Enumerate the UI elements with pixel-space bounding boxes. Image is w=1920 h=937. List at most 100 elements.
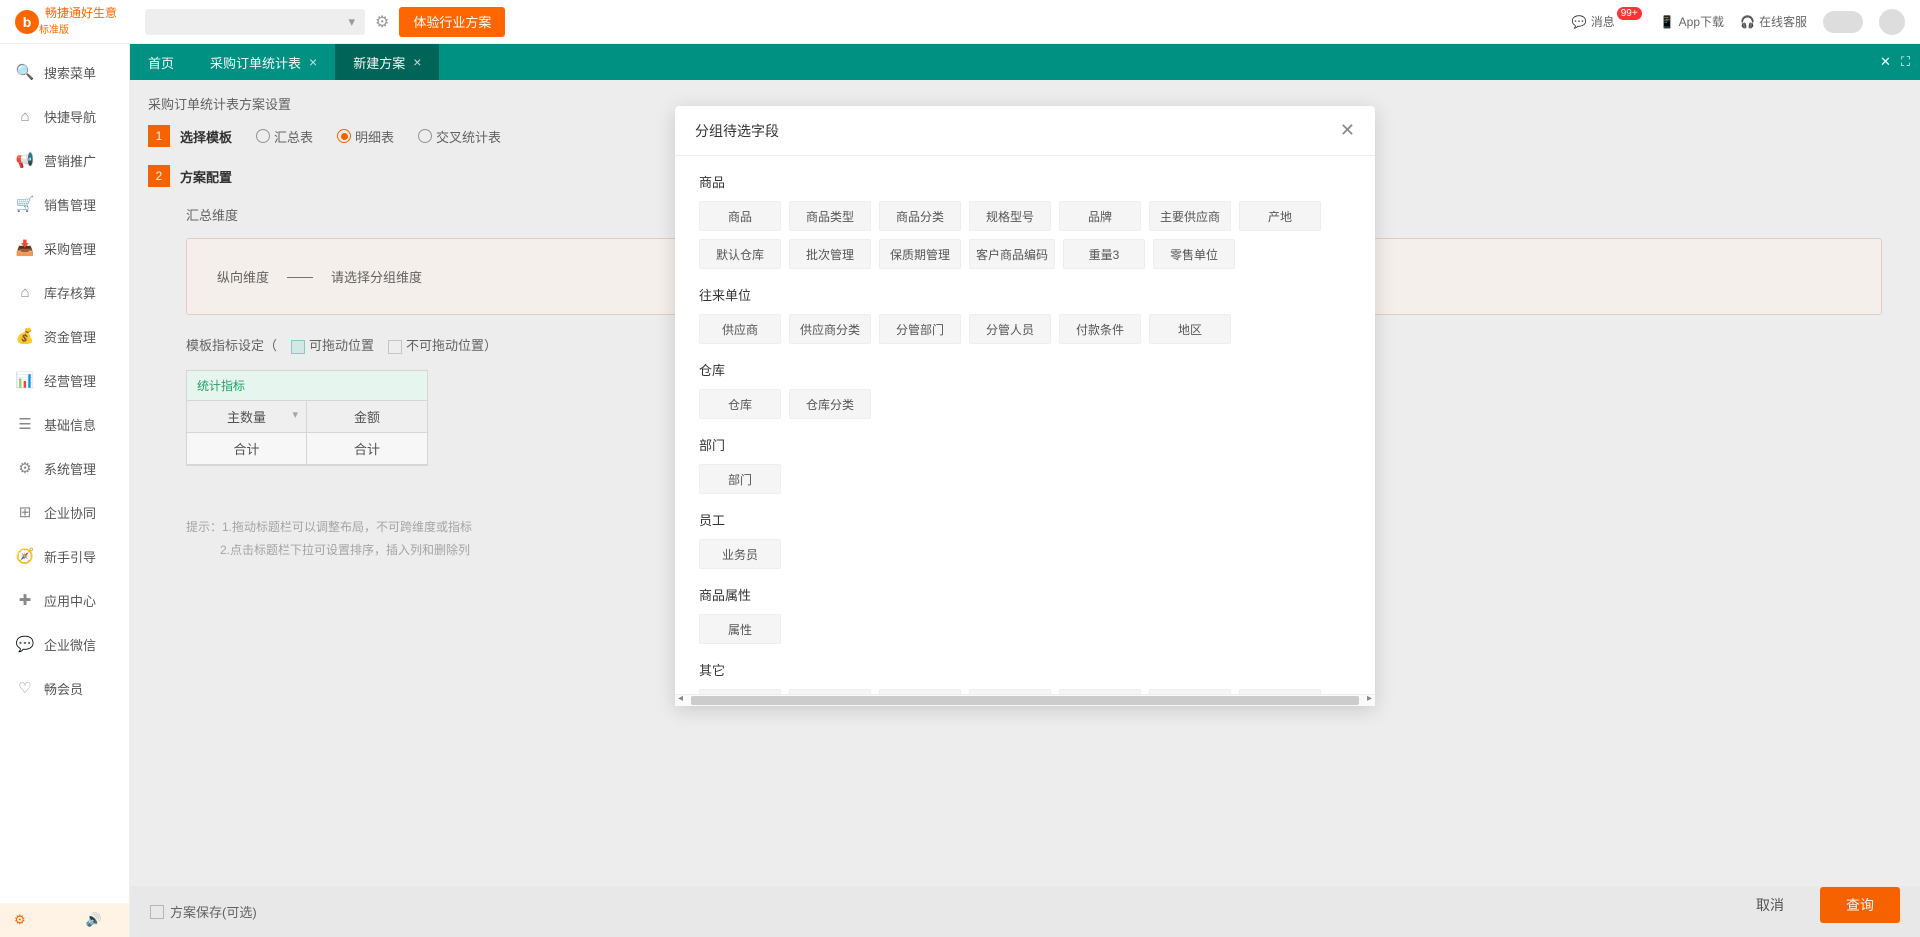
field-chip[interactable]: 地区: [1149, 314, 1231, 344]
field-group-title: 部门: [699, 435, 1369, 454]
field-chip[interactable]: 付款条件: [1059, 314, 1141, 344]
sidebar-item-label: 基础信息: [44, 415, 96, 434]
field-chip[interactable]: 客户商品编码: [969, 239, 1055, 269]
sidebar-icon: 💰: [16, 327, 34, 345]
sidebar-item-5[interactable]: ⌂ 库存核算: [0, 270, 129, 314]
messages-link[interactable]: 💬 消息 99+: [1572, 13, 1644, 30]
horizontal-scrollbar[interactable]: [675, 694, 1375, 706]
sidebar-item-12[interactable]: ✚ 应用中心: [0, 578, 129, 622]
field-chip[interactable]: 属性: [699, 614, 781, 644]
field-chip[interactable]: 分管部门: [879, 314, 961, 344]
settings-icon[interactable]: ⚙: [14, 912, 26, 928]
sound-icon[interactable]: 🔊: [86, 912, 102, 928]
sidebar-item-label: 采购管理: [44, 239, 96, 258]
modal-overlay: 分组待选字段 ✕ 商品商品商品类型商品分类规格型号品牌主要供应商产地默认仓库批次…: [130, 44, 1920, 937]
field-group-4: 员工业务员: [699, 510, 1369, 569]
field-group-title: 商品: [699, 172, 1369, 191]
field-group-2: 仓库仓库仓库分类: [699, 360, 1369, 419]
sidebar-icon: ⊞: [16, 503, 34, 521]
logo-icon: b: [15, 10, 39, 34]
field-chip[interactable]: 部门: [699, 464, 781, 494]
field-chip[interactable]: 主要供应商: [1149, 201, 1231, 231]
field-chip[interactable]: 默认仓库: [699, 239, 781, 269]
sidebar-icon: ✚: [16, 591, 34, 609]
sidebar-item-label: 营销推广: [44, 151, 96, 170]
avatar[interactable]: [1879, 9, 1905, 35]
sidebar-icon: 🛒: [16, 195, 34, 213]
field-chip[interactable]: 分管人员: [969, 314, 1051, 344]
sidebar-item-6[interactable]: 💰 资金管理: [0, 314, 129, 358]
sidebar-item-9[interactable]: ⚙ 系统管理: [0, 446, 129, 490]
field-group-title: 往来单位: [699, 285, 1369, 304]
sidebar-item-label: 新手引导: [44, 547, 96, 566]
field-chip[interactable]: 规格型号: [969, 201, 1051, 231]
field-chip[interactable]: 仓库分类: [789, 389, 871, 419]
sidebar-item-11[interactable]: 🧭 新手引导: [0, 534, 129, 578]
field-chip[interactable]: 商品: [699, 201, 781, 231]
sidebar-icon: ⌂: [16, 283, 34, 301]
field-chip[interactable]: 业务员: [699, 539, 781, 569]
sidebar-item-3[interactable]: 🛒 销售管理: [0, 182, 129, 226]
sidebar-icon: ⚙: [16, 459, 34, 477]
sidebar-item-label: 企业微信: [44, 635, 96, 654]
field-group-3: 部门部门: [699, 435, 1369, 494]
field-chip[interactable]: 商品分类: [879, 201, 961, 231]
sidebar-footer: ⚙ 🔊: [0, 903, 129, 937]
sidebar-item-7[interactable]: 📊经营管理: [0, 358, 129, 402]
sidebar-item-1[interactable]: ⌂快捷导航: [0, 94, 129, 138]
modal-title: 分组待选字段: [695, 121, 779, 141]
sidebar-item-2[interactable]: 📢营销推广: [0, 138, 129, 182]
sidebar-icon: ♡: [16, 679, 34, 697]
sidebar-icon: ☰: [16, 415, 34, 433]
top-header: b 畅捷通好生意 标准版 ⚙ 体验行业方案 💬 消息 99+ 📱 App下载 🎧…: [0, 0, 1920, 44]
field-group-6: 其它采购订单单据日期完成状态制单人审核人采购单位单位2主计量批号价格类型预计到货…: [699, 660, 1369, 694]
sidebar-item-label: 经营管理: [44, 371, 96, 390]
sidebar-item-13[interactable]: 💬 企业微信: [0, 622, 129, 666]
field-chip[interactable]: 批次管理: [789, 239, 871, 269]
field-group-title: 商品属性: [699, 585, 1369, 604]
sidebar-item-label: 系统管理: [44, 459, 96, 478]
company-select[interactable]: [145, 9, 365, 35]
sidebar-item-label: 应用中心: [44, 591, 96, 610]
field-group-1: 往来单位供应商供应商分类分管部门分管人员付款条件地区: [699, 285, 1369, 344]
msg-badge: 99+: [1617, 7, 1642, 20]
sidebar-icon: 📥: [16, 239, 34, 257]
field-chip[interactable]: 保质期管理: [879, 239, 961, 269]
field-chip[interactable]: 供应商分类: [789, 314, 871, 344]
sidebar-icon: 🧭: [16, 547, 34, 565]
sidebar-item-label: 销售管理: [44, 195, 96, 214]
field-chip[interactable]: 产地: [1239, 201, 1321, 231]
app-download-link[interactable]: 📱 App下载: [1660, 13, 1724, 30]
field-chip[interactable]: 品牌: [1059, 201, 1141, 231]
try-demo-button[interactable]: 体验行业方案: [399, 7, 505, 37]
field-group-title: 员工: [699, 510, 1369, 529]
sidebar-item-label: 库存核算: [44, 283, 96, 302]
field-group-5: 商品属性属性: [699, 585, 1369, 644]
gear-icon[interactable]: ⚙: [375, 12, 389, 32]
field-select-modal: 分组待选字段 ✕ 商品商品商品类型商品分类规格型号品牌主要供应商产地默认仓库批次…: [675, 106, 1375, 706]
close-icon[interactable]: ✕: [1340, 120, 1355, 141]
online-service-link[interactable]: 🎧 在线客服: [1740, 13, 1807, 30]
notification-pill[interactable]: [1823, 11, 1863, 33]
field-group-title: 仓库: [699, 360, 1369, 379]
sidebar-item-8[interactable]: ☰ 基础信息: [0, 402, 129, 446]
field-group-title: 其它: [699, 660, 1369, 679]
sidebar-item-10[interactable]: ⊞ 企业协同: [0, 490, 129, 534]
sidebar-item-4[interactable]: 📥 采购管理: [0, 226, 129, 270]
sidebar-item-label: 搜索菜单: [44, 63, 96, 82]
field-chip[interactable]: 重量3: [1063, 239, 1145, 269]
field-chip[interactable]: 商品类型: [789, 201, 871, 231]
field-chip[interactable]: 零售单位: [1153, 239, 1235, 269]
field-group-0: 商品商品商品类型商品分类规格型号品牌主要供应商产地默认仓库批次管理保质期管理客户…: [699, 172, 1369, 269]
sidebar-item-0[interactable]: 🔍搜索菜单: [0, 50, 129, 94]
msg-label: 消息: [1591, 13, 1615, 30]
edition: 标准版: [39, 21, 117, 36]
sidebar-item-label: 资金管理: [44, 327, 96, 346]
sidebar-icon: 💬: [16, 635, 34, 653]
field-chip[interactable]: 仓库: [699, 389, 781, 419]
sidebar: 🔍搜索菜单⌂快捷导航📢营销推广 🛒 销售管理 📥 采购管理 ⌂ 库存核算 💰 资金管理 📊经营管理…: [0, 44, 130, 937]
field-chip[interactable]: 供应商: [699, 314, 781, 344]
sidebar-item-label: 企业协同: [44, 503, 96, 522]
mobile-icon: 📱: [1660, 15, 1675, 29]
sidebar-item-14[interactable]: ♡畅会员: [0, 666, 129, 710]
